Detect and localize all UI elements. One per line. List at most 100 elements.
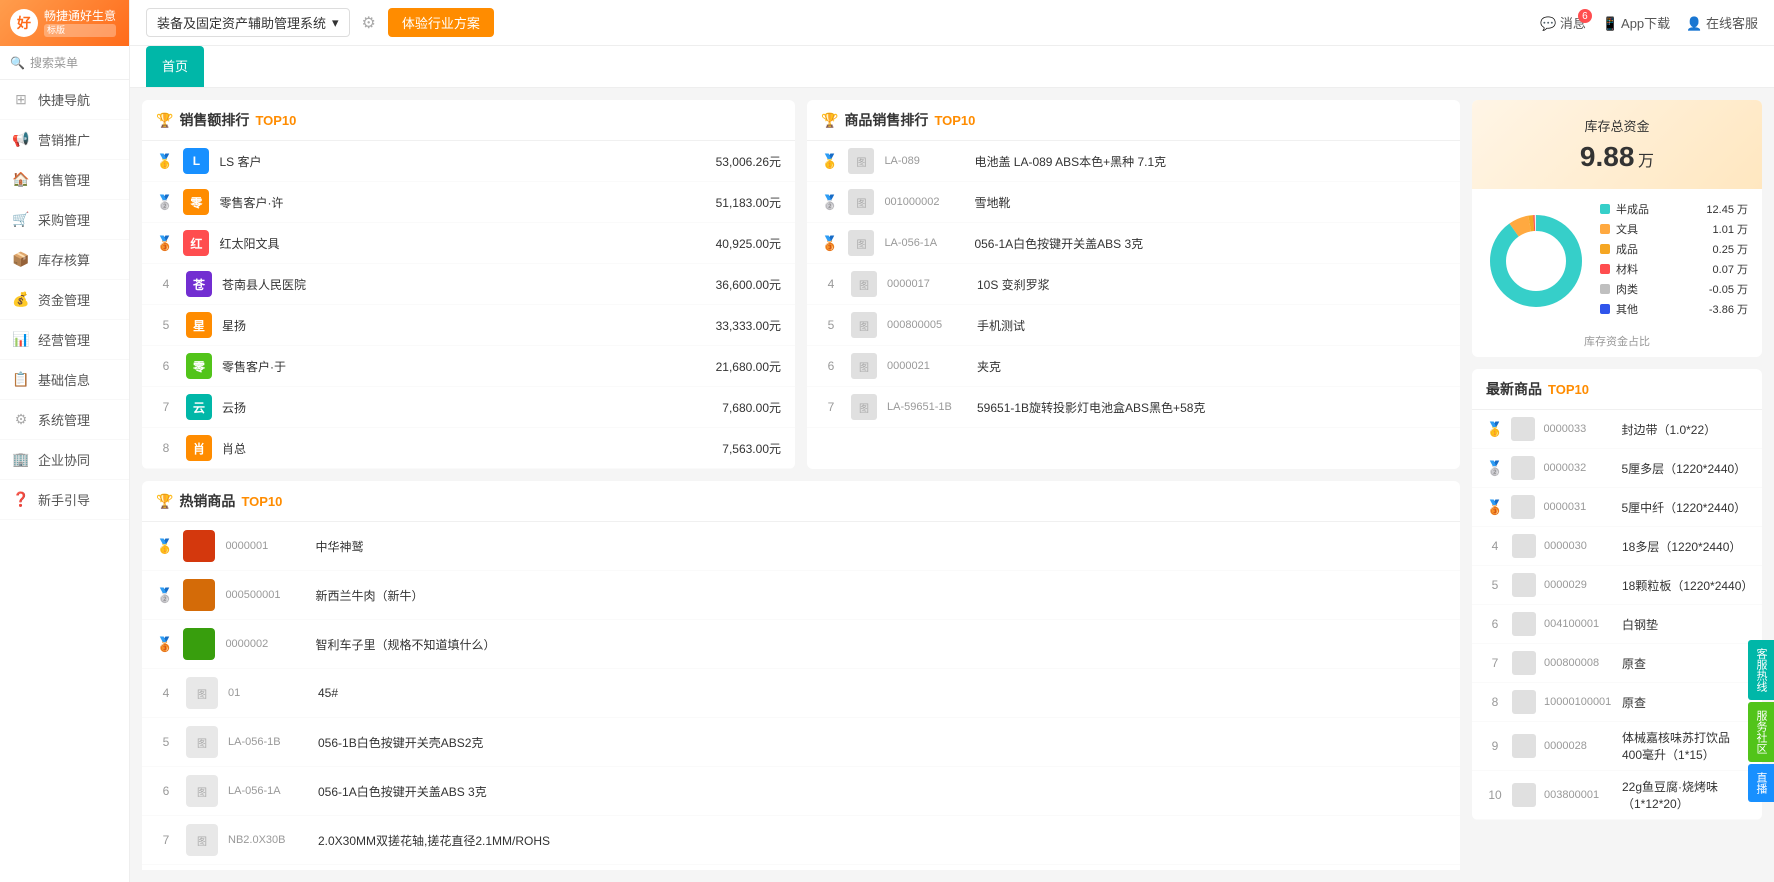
- messages-badge[interactable]: 💬 消息 6: [1540, 13, 1586, 32]
- hot-product-row: 🥇 0000001 中华神鹫: [142, 522, 1460, 571]
- trial-button[interactable]: 体验行业方案: [388, 8, 494, 37]
- rank-number: 7: [1486, 656, 1504, 670]
- online-service[interactable]: 👤 在线客服: [1686, 13, 1758, 32]
- logo-badge: 标版: [44, 24, 116, 37]
- newest-product-img: [1512, 651, 1536, 675]
- hot-product-name: 056-1B白色按键开关壳ABS2克: [318, 734, 1446, 751]
- rank-number: 6: [156, 359, 176, 373]
- sidebar-item-label: 经营管理: [38, 330, 90, 349]
- sidebar: 好 畅捷通好生意 标版 🔍 搜索菜单 ⊞ 快捷导航 📢 营销推广 🏠 销售管理 …: [0, 0, 130, 882]
- newest-products-header: 最新商品 TOP10: [1472, 369, 1762, 410]
- sidebar-item-basic[interactable]: 📋 基础信息: [0, 360, 129, 400]
- newest-product-code: 004100001: [1544, 618, 1614, 630]
- sales-top10-label: TOP10: [255, 113, 296, 128]
- legend-dot: [1600, 284, 1610, 294]
- customer-avatar: 红: [183, 230, 209, 256]
- sidebar-item-guide[interactable]: ❓ 新手引导: [0, 480, 129, 520]
- newest-product-code: 0000028: [1544, 740, 1614, 752]
- sidebar-nav: ⊞ 快捷导航 📢 营销推广 🏠 销售管理 🛒 采购管理 📦 库存核算 💰 资金管…: [0, 80, 129, 882]
- hot-product-row: 6 图 LA-056-1A 056-1A白色按键开关盖ABS 3克: [142, 767, 1460, 816]
- search-menu[interactable]: 🔍 搜索菜单: [0, 46, 129, 80]
- medal-icon: 🥉: [156, 636, 173, 653]
- sidebar-item-label: 新手引导: [38, 490, 90, 509]
- legend-name: 成品: [1616, 241, 1638, 257]
- product-code: LA-056-1A: [884, 237, 964, 249]
- newest-product-name: 原查: [1622, 694, 1748, 711]
- newest-product-img: [1512, 534, 1536, 558]
- float-customer-service[interactable]: 客服热线: [1748, 640, 1774, 700]
- hot-product-img: [183, 579, 215, 611]
- customer-name: 星扬: [222, 317, 706, 334]
- logo-text: 畅捷通好生意: [44, 9, 116, 23]
- hot-product-code: NB2.0X30B: [228, 834, 308, 846]
- hot-product-row: 🥉 0000002 智利车子里（规格不知道填什么）: [142, 620, 1460, 669]
- sidebar-item-label: 采购管理: [38, 210, 90, 229]
- rank-number: 8: [156, 441, 176, 455]
- logo-icon: 好: [10, 9, 38, 37]
- content-tabs: 首页: [130, 46, 1774, 88]
- customer-name: 红太阳文具: [219, 235, 705, 252]
- sidebar-item-purchase[interactable]: 🛒 采购管理: [0, 200, 129, 240]
- sidebar-item-marketing[interactable]: 📢 营销推广: [0, 120, 129, 160]
- donut-chart: [1486, 211, 1586, 311]
- newest-product-code: 003800001: [1544, 789, 1614, 801]
- marketing-icon: 📢: [12, 131, 30, 149]
- legend-item: 半成品 12.45 万: [1600, 201, 1748, 217]
- product-name: 电池盖 LA-089 ABS本色+黑种 7.1克: [974, 153, 1446, 170]
- system-icon: ⚙: [12, 411, 30, 429]
- rank-number: 6: [156, 784, 176, 798]
- sidebar-item-finance[interactable]: 💰 资金管理: [0, 280, 129, 320]
- medal-icon: 🥈: [156, 194, 173, 211]
- sidebar-item-operations[interactable]: 📊 经营管理: [0, 320, 129, 360]
- hot-products-title: 热销商品: [179, 491, 235, 511]
- sidebar-item-system[interactable]: ⚙ 系统管理: [0, 400, 129, 440]
- product-ranking-title: 商品销售排行: [844, 110, 928, 130]
- search-icon: 🔍: [10, 56, 25, 70]
- sidebar-item-quick-nav[interactable]: ⊞ 快捷导航: [0, 80, 129, 120]
- hot-product-code: 0000002: [225, 638, 305, 650]
- settings-icon[interactable]: ⚙: [362, 13, 376, 33]
- sales-rank-row: 🥉 红 红太阳文具 40,925.00元: [142, 223, 795, 264]
- customer-name: 肖总: [222, 440, 712, 457]
- product-rank-row: 🥈 图 001000002 雪地靴: [807, 182, 1460, 223]
- sidebar-item-inventory[interactable]: 📦 库存核算: [0, 240, 129, 280]
- rank-number: 5: [156, 735, 176, 749]
- rank-number: 5: [821, 318, 841, 332]
- app-download[interactable]: 📱 App下载: [1602, 13, 1670, 32]
- newest-title: 最新商品: [1486, 379, 1542, 399]
- hot-product-img: [183, 530, 215, 562]
- product-code: LA-089: [884, 155, 964, 167]
- sidebar-item-sales[interactable]: 🏠 销售管理: [0, 160, 129, 200]
- rank-number: 5: [1486, 578, 1504, 592]
- sidebar-item-label: 库存核算: [38, 250, 90, 269]
- rank-number: 7: [821, 400, 841, 414]
- newest-product-name: 原查: [1622, 655, 1748, 672]
- medal-icon: 🥇: [821, 153, 838, 170]
- tab-home[interactable]: 首页: [146, 46, 204, 87]
- float-live[interactable]: 直播: [1748, 764, 1774, 802]
- purchase-icon: 🛒: [12, 211, 30, 229]
- hot-product-row: 8 图 0000011 12070519-xs: [142, 865, 1460, 870]
- system-selector[interactable]: 装备及固定资产辅助管理系统 ▾: [146, 8, 350, 37]
- product-name: 056-1A白色按键开关盖ABS 3克: [974, 235, 1446, 252]
- customer-avatar: 零: [183, 189, 209, 215]
- rank-number: 7: [156, 400, 176, 414]
- float-service-community[interactable]: 服务社区: [1748, 702, 1774, 762]
- sidebar-item-enterprise[interactable]: 🏢 企业协同: [0, 440, 129, 480]
- customer-name: 零售客户·于: [222, 358, 706, 375]
- product-ranking-list: 🥇 图 LA-089 电池盖 LA-089 ABS本色+黑种 7.1克 🥈 图 …: [807, 141, 1460, 428]
- legend-item: 文具 1.01 万: [1600, 221, 1748, 237]
- legend-name: 材料: [1616, 261, 1638, 277]
- hot-products-list: 🥇 0000001 中华神鹫 🥈 000500001 新西兰牛肉（新牛） 🥉 0…: [142, 522, 1460, 870]
- inventory-value: 9.88: [1580, 141, 1635, 172]
- medal-icon: 🥇: [1486, 421, 1503, 438]
- product-img: 图: [851, 271, 877, 297]
- sales-ranking-header: 🏆 销售额排行 TOP10: [142, 100, 795, 141]
- legend-name: 其他: [1616, 301, 1638, 317]
- customer-amount: 7,563.00元: [722, 440, 781, 457]
- customer-avatar: 星: [186, 312, 212, 338]
- inventory-icon: 📦: [12, 251, 30, 269]
- newest-product-name: 18多层（1220*2440）: [1622, 538, 1748, 555]
- service-icon: 👤: [1686, 16, 1702, 31]
- sidebar-item-label: 销售管理: [38, 170, 90, 189]
